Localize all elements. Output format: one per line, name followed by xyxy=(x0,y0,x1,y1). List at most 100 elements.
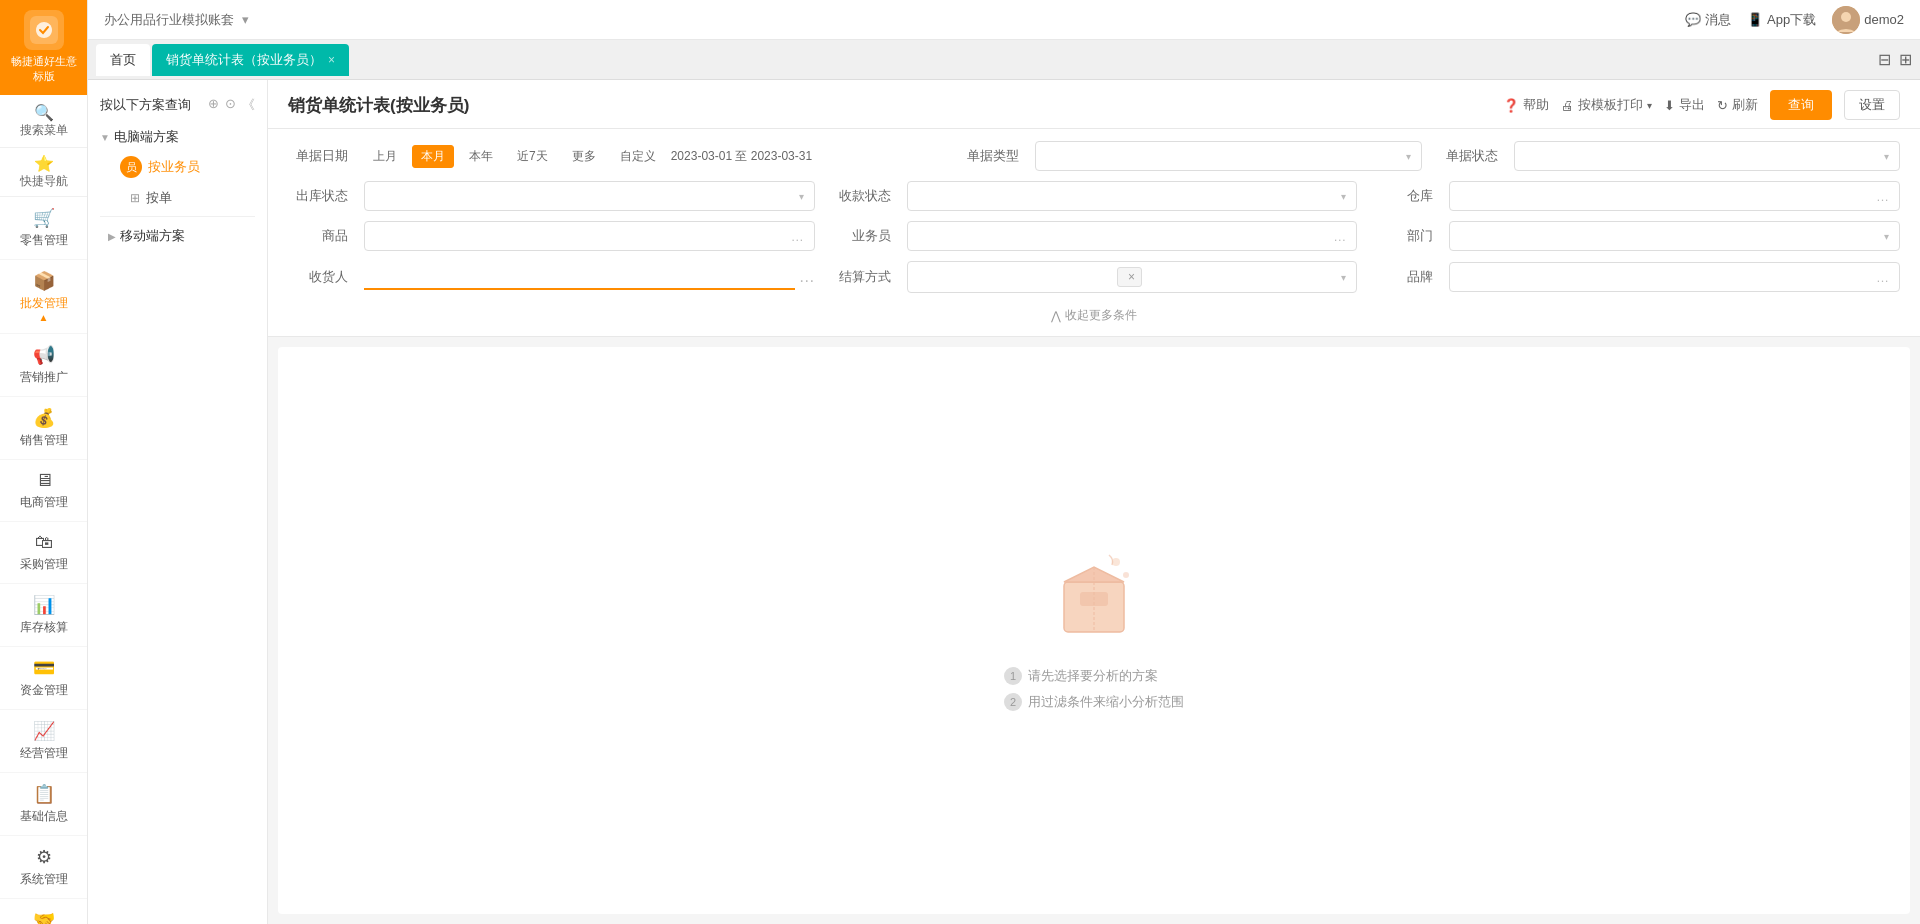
purchase-icon: 🛍 xyxy=(35,532,53,553)
brand-label: 品牌 xyxy=(1373,268,1433,286)
date-this-month[interactable]: 本月 xyxy=(412,145,454,168)
salesperson-select[interactable]: … xyxy=(907,221,1358,251)
left-panel-icons: ⊕ ⊙ 《 xyxy=(208,96,255,114)
payment-method-select[interactable]: × ▾ xyxy=(907,261,1358,293)
payment-status-select[interactable]: ▾ xyxy=(907,181,1358,211)
settings-button[interactable]: 设置 xyxy=(1844,90,1900,120)
collapse-panel-icon[interactable]: 《 xyxy=(242,96,255,114)
search-menu[interactable]: 🔍 搜索菜单 xyxy=(0,95,87,148)
sidebar-item-wholesale[interactable]: 📦 批发管理 ▲ xyxy=(0,260,87,334)
doc-status-field: ▾ xyxy=(1514,141,1900,171)
payment-method-label: 结算方式 xyxy=(831,268,891,286)
basic-icon: 📋 xyxy=(33,783,55,805)
operation-icon: 📈 xyxy=(33,720,55,742)
message-btn[interactable]: 💬 消息 xyxy=(1685,11,1731,29)
download-icon: 📱 xyxy=(1747,12,1763,27)
page-actions: ❓ 帮助 🖨 按模板打印 ▾ ⬇ 导出 ↻ 刷新 xyxy=(1503,90,1900,120)
payment-method-clear[interactable]: × xyxy=(1128,270,1135,284)
brand-select[interactable]: … xyxy=(1449,262,1900,292)
recipient-field: … xyxy=(364,265,815,290)
empty-icon xyxy=(1044,547,1144,647)
tab-close-btn[interactable]: × xyxy=(328,53,335,67)
add-scheme-icon[interactable]: ⊕ xyxy=(208,96,219,114)
date-custom[interactable]: 自定义 xyxy=(611,145,665,168)
salesperson-field: … xyxy=(907,221,1358,251)
print-action[interactable]: 🖨 按模板打印 ▾ xyxy=(1561,96,1652,114)
payment-method-field: × ▾ xyxy=(907,261,1358,293)
sidebar-item-retail[interactable]: 🛒 零售管理 xyxy=(0,197,87,260)
scheme-salesperson[interactable]: 员 按业务员 xyxy=(100,150,255,184)
logo-icon xyxy=(24,10,64,50)
collapse-btn[interactable]: ⋀ 收起更多条件 xyxy=(1051,307,1137,324)
salesperson-dots[interactable]: … xyxy=(1333,229,1346,244)
sidebar-item-finance[interactable]: 💳 资金管理 xyxy=(0,647,87,710)
sidebar-item-purchase[interactable]: 🛍 采购管理 xyxy=(0,522,87,584)
retail-icon: 🛒 xyxy=(33,207,55,229)
tab-maximize-icon[interactable]: ⊞ xyxy=(1899,50,1912,69)
sidebar-item-enterprise[interactable]: 🤝 企业协同 xyxy=(0,899,87,924)
goods-select[interactable]: … xyxy=(364,221,815,251)
query-button[interactable]: 查询 xyxy=(1770,90,1832,120)
refresh-action[interactable]: ↻ 刷新 xyxy=(1717,96,1758,114)
date-field: 上月 本月 本年 近7天 更多 自定义 2023-03-01 至 2023-03… xyxy=(364,145,943,168)
sidebar-item-ecommerce[interactable]: 🖥 电商管理 xyxy=(0,460,87,522)
sidebar-item-marketing[interactable]: 📢 营销推广 xyxy=(0,334,87,397)
tab-minimize-icon[interactable]: ⊟ xyxy=(1878,50,1891,69)
sidebar-item-system[interactable]: ⚙ 系统管理 xyxy=(0,836,87,899)
export-action[interactable]: ⬇ 导出 xyxy=(1664,96,1705,114)
svg-point-2 xyxy=(1841,12,1851,22)
app-download-btn[interactable]: 📱 App下载 xyxy=(1747,11,1816,29)
goods-label: 商品 xyxy=(288,227,348,245)
doc-status-chevron: ▾ xyxy=(1884,151,1889,162)
sidebar-item-sales[interactable]: 💰 销售管理 xyxy=(0,397,87,460)
tab-expand: ⊟ ⊞ xyxy=(1878,50,1912,69)
enterprise-icon: 🤝 xyxy=(33,909,55,924)
doc-status-label: 单据状态 xyxy=(1438,147,1498,165)
recipient-dots[interactable]: … xyxy=(799,268,815,286)
date-this-year[interactable]: 本年 xyxy=(460,145,502,168)
date-range-text: 2023-03-01 至 2023-03-31 xyxy=(671,148,812,165)
date-more[interactable]: 更多 xyxy=(563,145,605,168)
refresh-icon: ↻ xyxy=(1717,98,1728,113)
brand-dots[interactable]: … xyxy=(1876,270,1889,285)
help-icon: ❓ xyxy=(1503,98,1519,113)
sidebar-item-operation[interactable]: 📈 经营管理 xyxy=(0,710,87,773)
collapse-icon: ⋀ xyxy=(1051,309,1061,323)
doc-status-select[interactable]: ▾ xyxy=(1514,141,1900,171)
mobile-group[interactable]: ▶ 移动端方案 xyxy=(100,221,255,251)
quick-nav[interactable]: ⭐ 快捷导航 xyxy=(0,148,87,197)
tabbar: 首页 销货单统计表（按业务员） × ⊟ ⊞ xyxy=(88,40,1920,80)
user-profile[interactable]: demo2 xyxy=(1832,6,1904,34)
print-dropdown-icon[interactable]: ▾ xyxy=(1647,100,1652,111)
help-action[interactable]: ❓ 帮助 xyxy=(1503,96,1549,114)
scheme-order[interactable]: ⊞ 按单 xyxy=(100,184,255,212)
warehouse-select[interactable]: … xyxy=(1449,181,1900,211)
doc-type-select[interactable]: ▾ xyxy=(1035,141,1421,171)
sidebar-item-inventory[interactable]: 📊 库存核算 xyxy=(0,584,87,647)
desktop-group[interactable]: ▼ 电脑端方案 xyxy=(100,124,255,150)
tab-report[interactable]: 销货单统计表（按业务员） × xyxy=(152,44,349,76)
stock-status-select[interactable]: ▾ xyxy=(364,181,815,211)
dept-field: ▾ xyxy=(1449,221,1900,251)
dept-select[interactable]: ▾ xyxy=(1449,221,1900,251)
sidebar-item-basic[interactable]: 📋 基础信息 xyxy=(0,773,87,836)
warehouse-dots[interactable]: … xyxy=(1876,189,1889,204)
brand-field: … xyxy=(1449,262,1900,292)
date-last-month[interactable]: 上月 xyxy=(364,145,406,168)
top-menu-dropdown[interactable]: ▾ xyxy=(242,12,249,27)
date-7days[interactable]: 近7天 xyxy=(508,145,557,168)
stock-status-label: 出库状态 xyxy=(288,187,348,205)
recipient-input[interactable] xyxy=(364,265,795,290)
tab-home[interactable]: 首页 xyxy=(96,44,150,76)
settings-scheme-icon[interactable]: ⊙ xyxy=(225,96,236,114)
username: demo2 xyxy=(1864,12,1904,27)
topbar-left: 办公用品行业模拟账套 ▾ xyxy=(104,11,249,29)
goods-dots[interactable]: … xyxy=(791,229,804,244)
top-menu-label: 办公用品行业模拟账套 xyxy=(104,11,234,29)
left-panel-section: ▼ 电脑端方案 员 按业务员 ⊞ 按单 ▶ 移动端方案 xyxy=(88,120,267,255)
date-label: 单据日期 xyxy=(288,147,348,165)
salesperson-label: 业务员 xyxy=(831,227,891,245)
logo[interactable]: 畅捷通好生意 标版 xyxy=(0,0,87,95)
print-icon: 🖨 xyxy=(1561,98,1574,113)
payment-status-chevron: ▾ xyxy=(1341,191,1346,202)
